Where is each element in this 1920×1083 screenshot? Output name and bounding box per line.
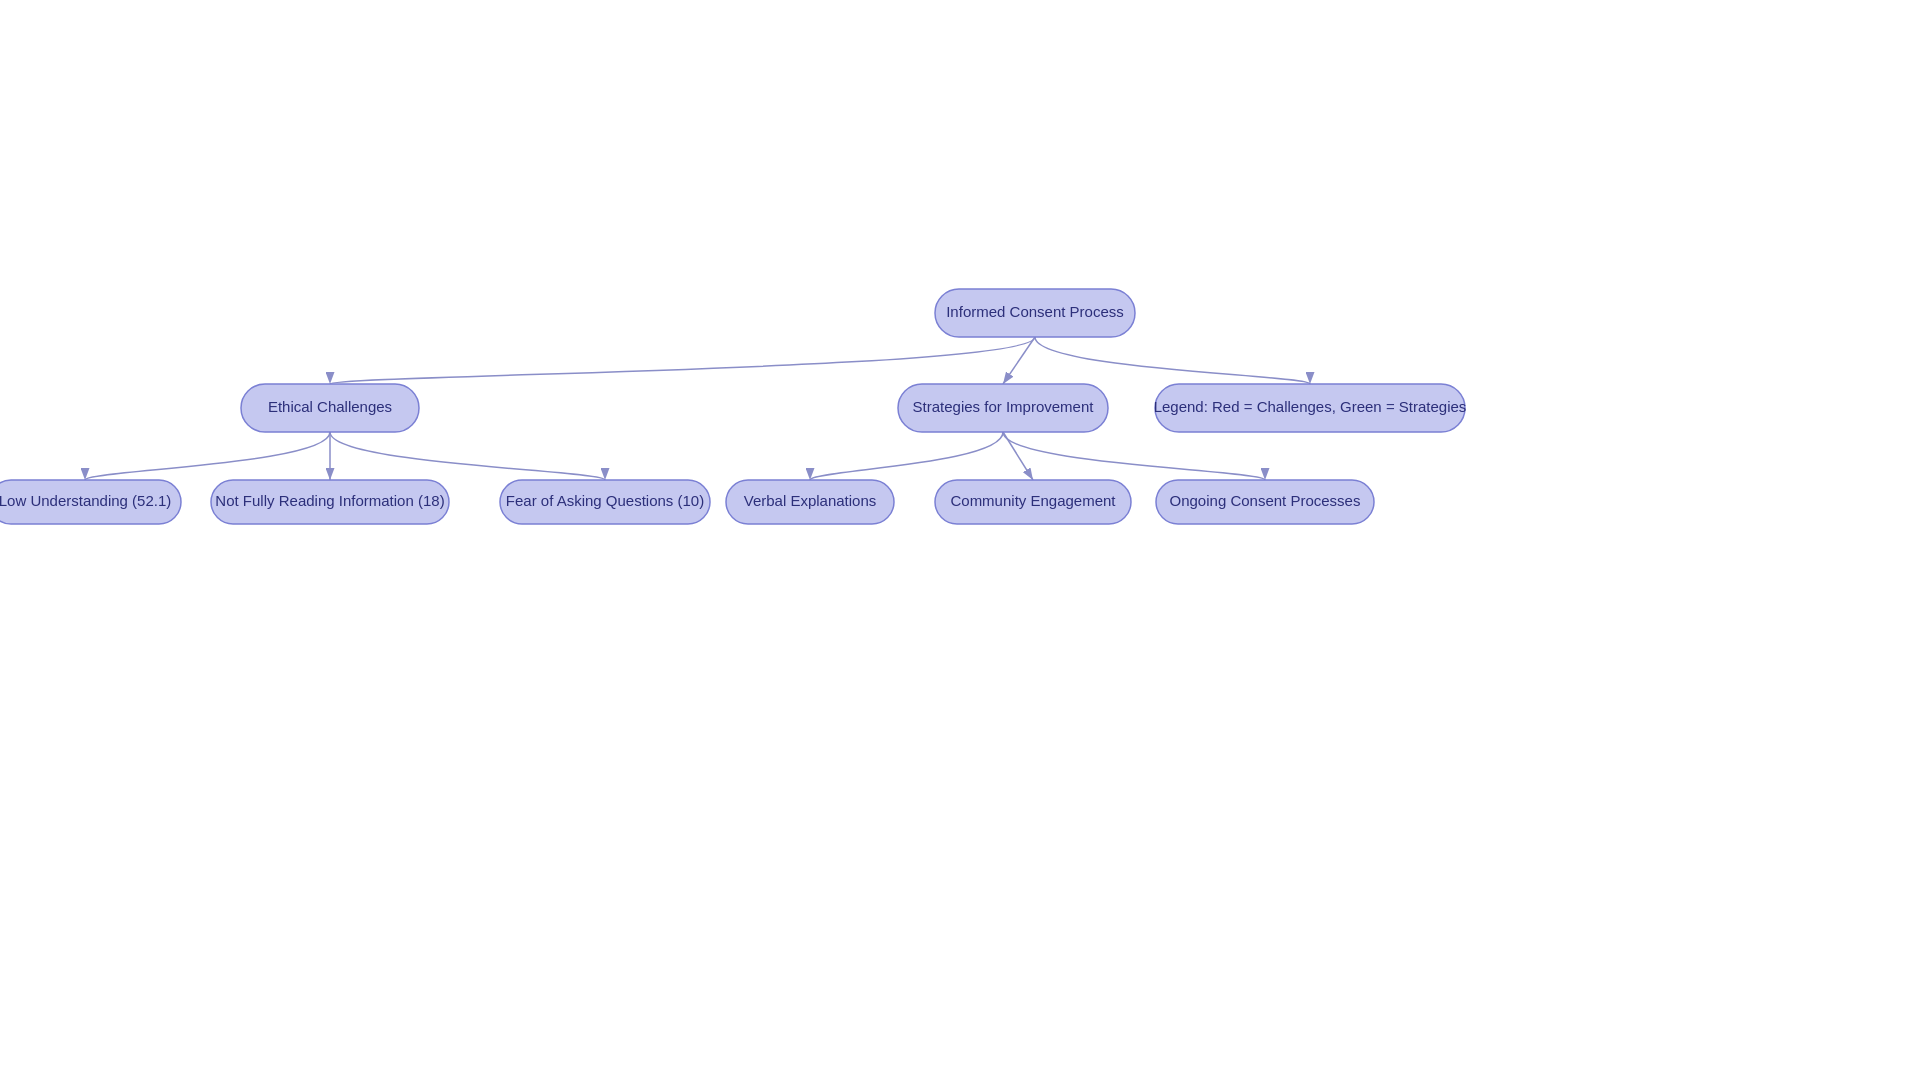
node-community-label: Community Engagement [950, 492, 1116, 509]
node-ongoing-label: Ongoing Consent Processes [1170, 492, 1361, 509]
node-legend-label: Legend: Red = Challenges, Green = Strate… [1154, 398, 1467, 415]
edge-strategies-ongoing [1003, 432, 1265, 480]
node-ethical-label: Ethical Challenges [268, 398, 392, 415]
edge-root-ethical [330, 337, 1035, 384]
edge-root-strategies [1003, 337, 1035, 384]
edge-ethical-low [85, 432, 330, 480]
edge-strategies-verbal [810, 432, 1003, 480]
node-strategies-label: Strategies for Improvement [913, 398, 1095, 415]
mind-map-diagram: Informed Consent Process Ethical Challen… [0, 0, 1920, 1083]
node-fear-label: Fear of Asking Questions (10) [506, 492, 704, 509]
node-not-fully-label: Not Fully Reading Information (18) [215, 492, 444, 509]
node-root-label: Informed Consent Process [946, 303, 1124, 320]
edge-root-legend [1035, 337, 1310, 384]
node-low-understanding-label: Low Understanding (52.1) [0, 492, 171, 509]
edge-ethical-fear [330, 432, 605, 480]
node-verbal-label: Verbal Explanations [744, 492, 877, 509]
